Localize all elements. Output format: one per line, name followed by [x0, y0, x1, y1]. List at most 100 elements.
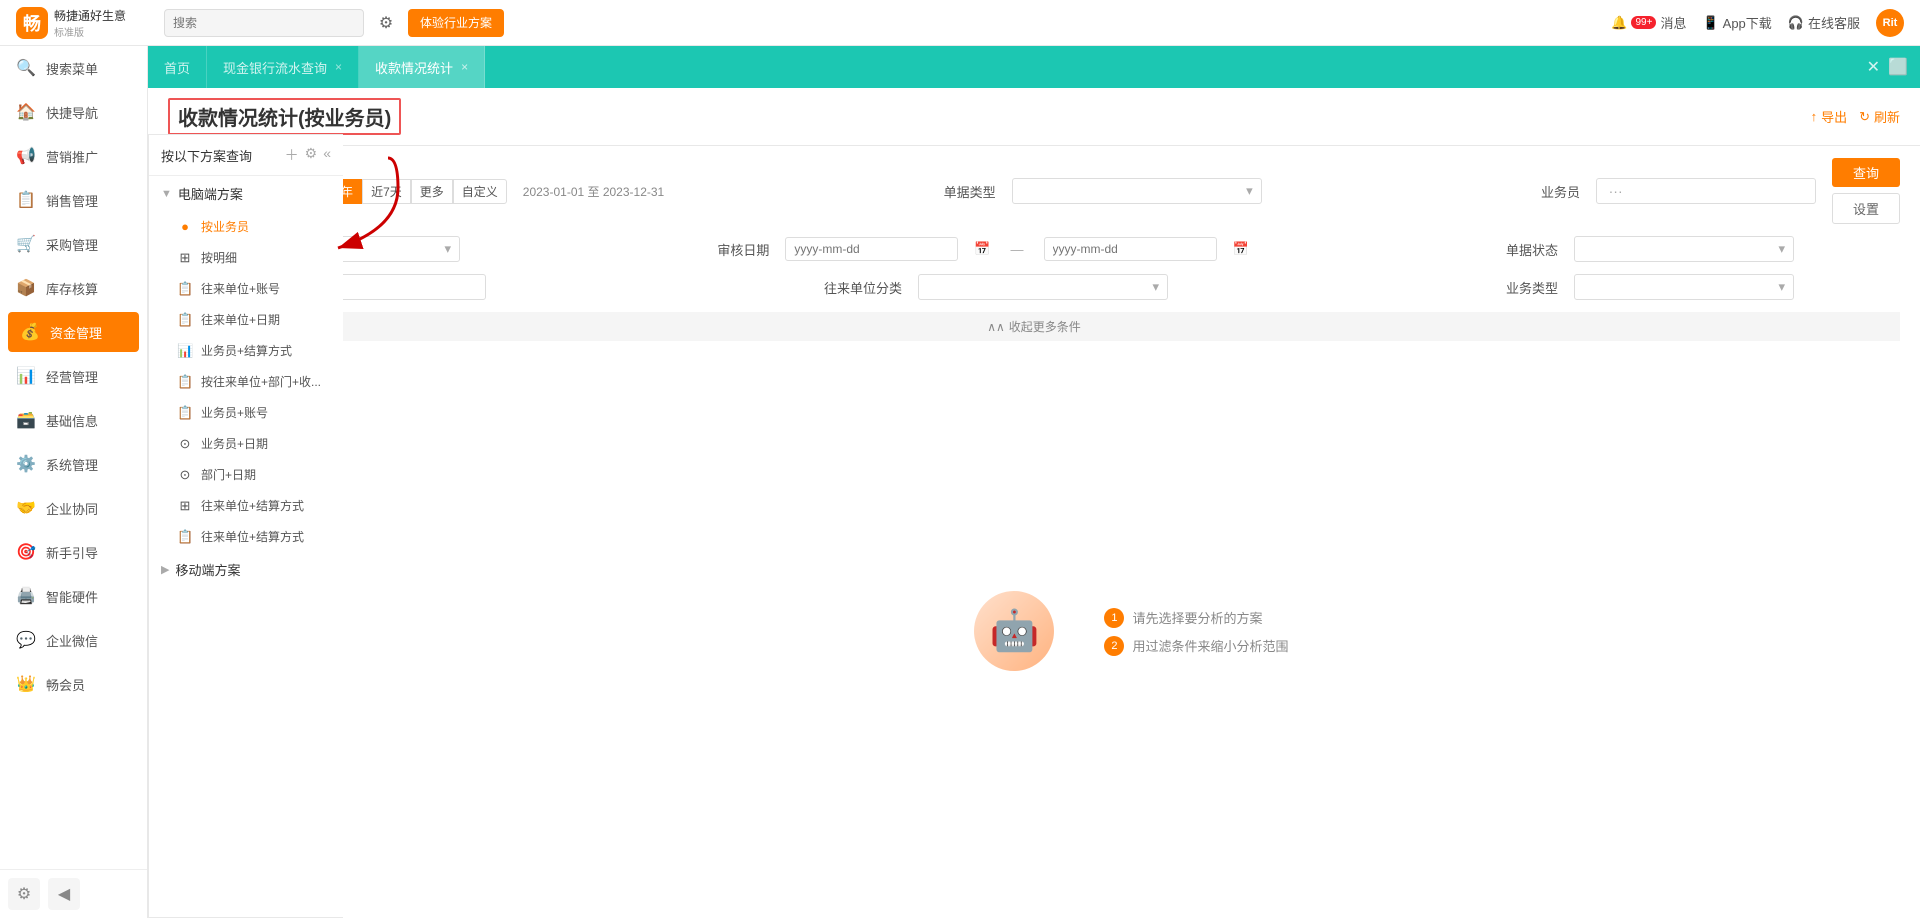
scheme-item-sales-settlement[interactable]: 📊 业务员+结算方式 — [149, 353, 343, 366]
audit-date-from-cal-icon[interactable]: 📅 — [974, 241, 990, 257]
content-main: 🤖 1 请先选择要分析的方案 2 用过滤条件来缩小分析范围 — [343, 353, 1920, 918]
sidebar-label-finance: 资金管理 — [50, 323, 102, 342]
sales-icon: 📋 — [16, 190, 36, 210]
scheme-sales-date-icon: ⊙ — [177, 436, 193, 452]
scheme-item-label-partner-settle1: 往来单位+结算方式 — [201, 497, 304, 514]
main-area: 首页 现金银行流水查询 × 收款情况统计 × ✕ ⬜ 收款情况统计(按业务员) … — [148, 46, 1920, 918]
sidebar-item-operations[interactable]: 📊 经营管理 — [0, 354, 147, 398]
date-tab-7days[interactable]: 近7天 — [362, 179, 411, 204]
user-avatar[interactable]: Rit — [1876, 9, 1904, 37]
notification-badge: 99+ — [1631, 16, 1656, 29]
biz-type-chevron-icon: ▾ — [1778, 279, 1785, 295]
sidebar-label-purchase: 采购管理 — [46, 235, 98, 254]
scheme-item-sales-account[interactable]: 📋 业务员+账号 — [149, 397, 343, 428]
audit-date-to-cal-icon[interactable]: 📅 — [1233, 241, 1249, 257]
sidebar-label-marketing: 营销推广 — [46, 147, 98, 166]
home-icon: 🏠 — [16, 102, 36, 122]
hardware-icon: 🖨️ — [16, 586, 36, 606]
empty-state-area: 🤖 1 请先选择要分析的方案 2 用过滤条件来缩小分析范围 — [343, 353, 1920, 918]
scheme-item-sales-date[interactable]: ⊙ 业务员+日期 — [149, 428, 343, 459]
set-button[interactable]: 设置 — [1832, 193, 1900, 224]
scheme-mobile-section-header[interactable]: ▶ 移动端方案 — [149, 552, 343, 587]
scheme-sales-account-icon: 📋 — [177, 405, 193, 421]
export-icon: ↑ — [1811, 109, 1818, 124]
doc-type-value — [1021, 184, 1025, 199]
tabs-bar: 首页 现金银行流水查询 × 收款情况统计 × ✕ ⬜ — [148, 46, 1920, 88]
scheme-item-partner-dept[interactable]: 📋 按往来单位+部门+收... — [149, 366, 343, 397]
sidebar-item-enterprise[interactable]: 🤝 企业协同 — [0, 486, 147, 530]
sidebar-item-sales[interactable]: 📋 销售管理 — [0, 178, 147, 222]
inventory-icon: 📦 — [16, 278, 36, 298]
app-download-item[interactable]: 📱 App下载 — [1702, 13, 1771, 32]
sidebar-item-marketing[interactable]: 📢 营销推广 — [0, 134, 147, 178]
sidebar-item-inventory[interactable]: 📦 库存核算 — [0, 266, 147, 310]
sidebar-item-system[interactable]: ⚙️ 系统管理 — [0, 442, 147, 486]
partner-cat-value — [927, 280, 931, 295]
notification-item[interactable]: 🔔 99+ 消息 — [1611, 13, 1686, 32]
app-name: 畅捷通好生意 — [54, 7, 126, 24]
sidebar-item-purchase[interactable]: 🛒 采购管理 — [0, 222, 147, 266]
salesperson-select[interactable]: ··· — [1596, 178, 1816, 204]
window-max-icon[interactable]: ⬜ — [1888, 57, 1908, 77]
tab-bank-close-icon[interactable]: × — [335, 60, 342, 74]
sidebar-item-member[interactable]: 👑 畅会员 — [0, 662, 147, 706]
biz-type-select[interactable]: ▾ — [1574, 274, 1794, 300]
sidebar-label-quicknav: 快捷导航 — [46, 103, 98, 122]
salesperson-label: 业务员 — [1541, 182, 1580, 201]
query-row-1: 单据日期 上月 本月 本年 近7天 更多 自定义 2023-01-01 至 20… — [168, 158, 1900, 224]
collapse-button[interactable]: ∧∧ 收起更多条件 — [168, 312, 1900, 341]
tab-receipt-stats[interactable]: 收款情况统计 × — [359, 46, 485, 88]
sidebar-collapse-btn[interactable]: ◀ — [48, 878, 80, 910]
date-range-text: 2023-01-01 至 2023-12-31 — [523, 183, 664, 200]
partner-cat-chevron-icon: ▾ — [1152, 279, 1159, 295]
wechat-icon: 💬 — [16, 630, 36, 650]
settings-icon[interactable]: ⚙ — [372, 9, 400, 37]
empty-state-illustration: 🤖 — [974, 591, 1064, 681]
user-name-short: Rit — [1883, 17, 1898, 29]
sidebar-item-guide[interactable]: 🎯 新手引导 — [0, 530, 147, 574]
tab-bank-flow[interactable]: 现金银行流水查询 × — [207, 46, 359, 88]
sidebar-item-search[interactable]: 🔍 搜索菜单 — [0, 46, 147, 90]
guide-icon: 🎯 — [16, 542, 36, 562]
date-tab-custom[interactable]: 自定义 — [453, 179, 507, 204]
sidebar-item-wechat[interactable]: 💬 企业微信 — [0, 618, 147, 662]
query-button[interactable]: 查询 — [1832, 158, 1900, 187]
page-header: 收款情况统计(按业务员) ↑ 导出 ↻ 刷新 — [148, 88, 1920, 146]
audit-date-from[interactable] — [785, 237, 958, 261]
content-body: 按以下方案查询 ＋ ⚙ « ▼ 电脑端方案 ● 按业务员 ⊞ 按明细 — [148, 353, 1920, 918]
scheme-item-dept-date[interactable]: ⊙ 部门+日期 — [149, 459, 343, 490]
sidebar-item-basics[interactable]: 🗃️ 基础信息 — [0, 398, 147, 442]
online-service-item[interactable]: 🎧 在线客服 — [1788, 13, 1860, 32]
sidebar-item-hardware[interactable]: 🖨️ 智能硬件 — [0, 574, 147, 618]
audit-date-label: 审核日期 — [717, 240, 769, 259]
scheme-item-partner-settle2[interactable]: 📋 往来单位+结算方式 — [149, 521, 343, 552]
sidebar-label-guide: 新手引导 — [46, 543, 98, 562]
doc-status-select[interactable]: ▾ — [1574, 236, 1794, 262]
online-service-label: 在线客服 — [1808, 13, 1860, 32]
sidebar-item-finance[interactable]: 💰 资金管理 — [8, 312, 139, 352]
tab-receipt-close-icon[interactable]: × — [461, 60, 468, 74]
doc-type-label: 单据类型 — [944, 182, 996, 201]
salesperson-more-icon[interactable]: ··· — [1609, 183, 1623, 199]
doc-type-select[interactable]: ▾ — [1012, 178, 1262, 204]
try-solution-button[interactable]: 体验行业方案 — [408, 9, 504, 37]
date-tab-more[interactable]: 更多 — [411, 179, 453, 204]
export-button[interactable]: ↑ 导出 — [1811, 107, 1848, 126]
sidebar-settings-btn[interactable]: ⚙ — [8, 878, 40, 910]
partner-cat-select[interactable]: ▾ — [918, 274, 1168, 300]
biz-type-value — [1583, 280, 1587, 295]
scheme-item-partner-settle1[interactable]: ⊞ 往来单位+结算方式 — [149, 490, 343, 521]
sidebar-item-quicknav[interactable]: 🏠 快捷导航 — [0, 90, 147, 134]
marketing-icon: 📢 — [16, 146, 36, 166]
dept-chevron-icon: ▾ — [444, 241, 451, 257]
refresh-icon: ↻ — [1859, 109, 1870, 125]
window-close-icon[interactable]: ✕ — [1867, 57, 1880, 77]
scheme-partner-settle2-icon: 📋 — [177, 529, 193, 545]
tab-home[interactable]: 首页 — [148, 46, 207, 88]
audit-date-to[interactable] — [1044, 237, 1217, 261]
sidebar-label-hardware: 智能硬件 — [46, 587, 98, 606]
empty-step-2: 2 用过滤条件来缩小分析范围 — [1104, 636, 1288, 656]
scheme-panel: 按以下方案查询 ＋ ⚙ « ▼ 电脑端方案 ● 按业务员 ⊞ 按明细 — [148, 353, 343, 918]
search-input[interactable] — [164, 9, 364, 37]
refresh-button[interactable]: ↻ 刷新 — [1859, 107, 1900, 126]
